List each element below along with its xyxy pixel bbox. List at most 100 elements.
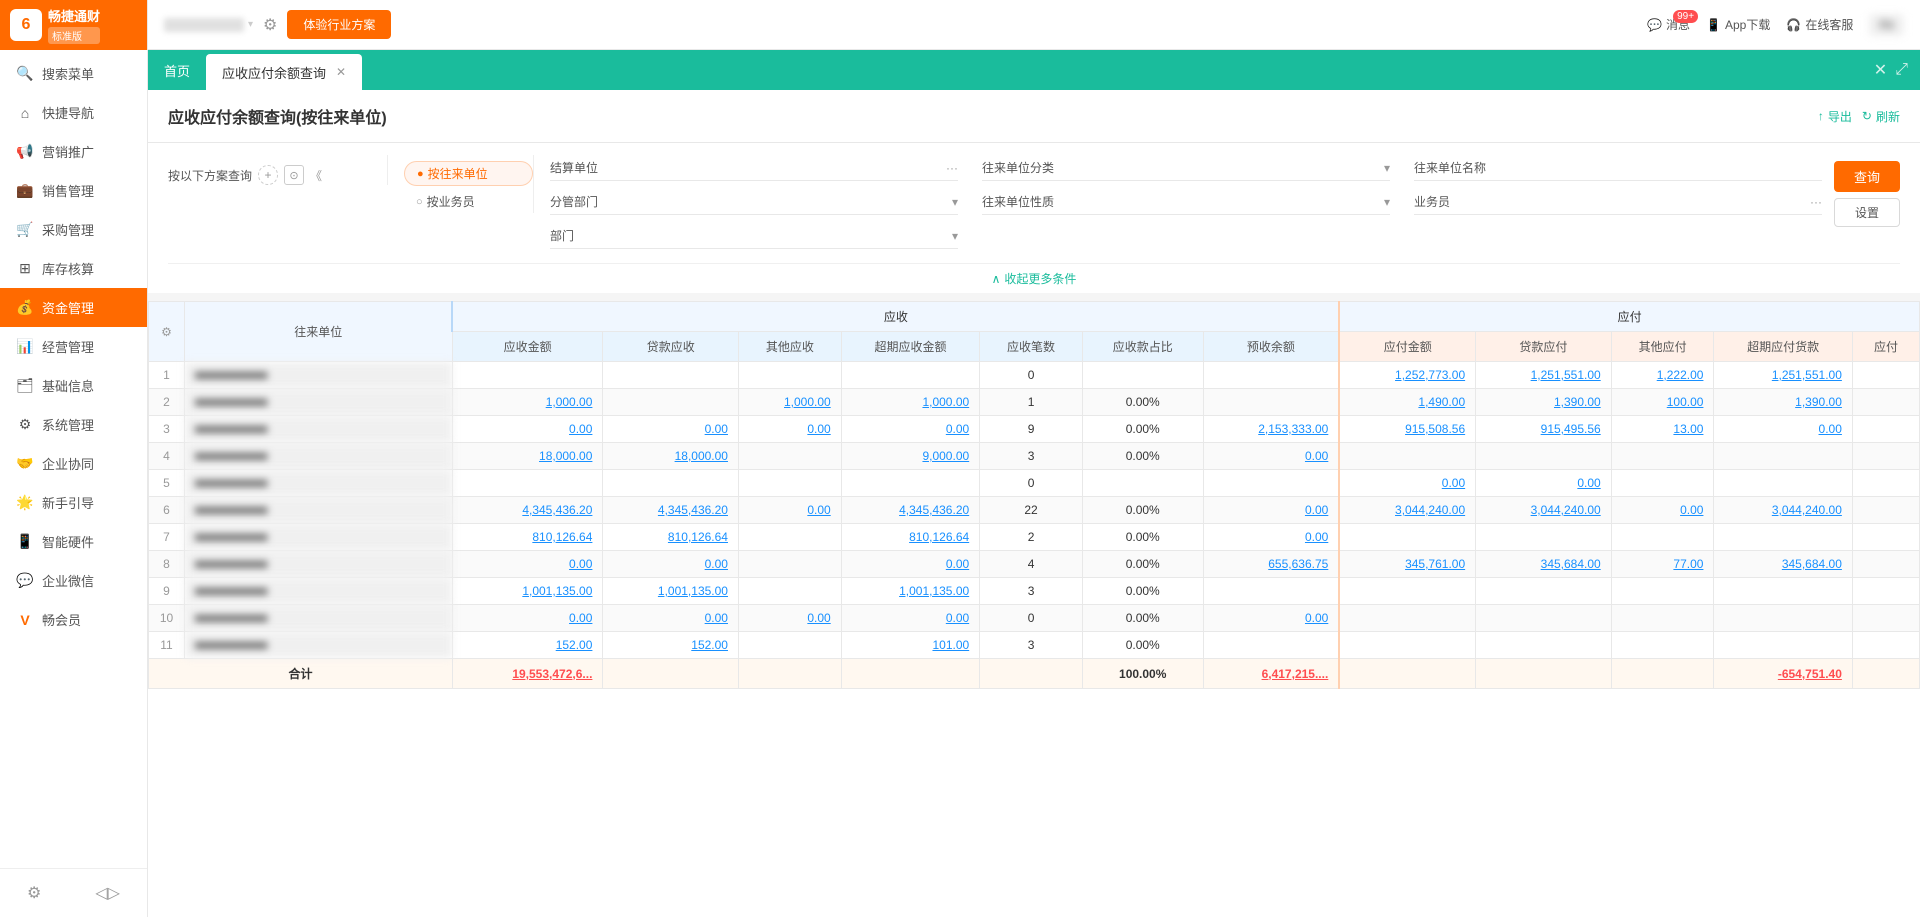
- table-cell-number[interactable]: 1,000.00: [841, 389, 979, 416]
- table-cell-number[interactable]: 1,390.00: [1714, 389, 1852, 416]
- table-cell-number[interactable]: 810,126.64: [841, 524, 979, 551]
- filter-scheme-settings-btn[interactable]: ⊙: [284, 165, 304, 185]
- table-cell-number[interactable]: 77.00: [1611, 551, 1714, 578]
- table-cell-number[interactable]: 345,761.00: [1339, 551, 1475, 578]
- filter-fenlei-select[interactable]: ▾: [1060, 161, 1390, 175]
- solution-button[interactable]: 体验行业方案: [287, 10, 391, 39]
- tab-close-window-icon[interactable]: ✕: [1874, 60, 1887, 80]
- table-cell-number[interactable]: 0.00: [738, 416, 841, 443]
- message-button[interactable]: 💬 消息 99+: [1647, 16, 1690, 33]
- table-cell-number[interactable]: 0.00: [603, 605, 739, 632]
- tab-home[interactable]: 首页: [148, 50, 206, 90]
- filter-mingcheng-input[interactable]: [1492, 161, 1822, 175]
- query-button[interactable]: 查询: [1834, 161, 1900, 192]
- sidebar-item-finance[interactable]: 💰资金管理: [0, 288, 147, 327]
- table-cell-number[interactable]: 4,345,436.20: [603, 497, 739, 524]
- table-cell-number[interactable]: 655,636.75: [1203, 551, 1339, 578]
- table-settings-icon[interactable]: ⚙: [161, 325, 172, 339]
- table-cell-number[interactable]: 0.00: [1714, 416, 1852, 443]
- filter-scheme-salesperson[interactable]: ○ 按业务员: [404, 190, 533, 213]
- table-cell-number[interactable]: 4,345,436.20: [452, 497, 602, 524]
- sidebar-item-operation[interactable]: 📊经营管理: [0, 327, 147, 366]
- table-cell-number[interactable]: 0.00: [452, 605, 602, 632]
- sidebar-item-system[interactable]: ⚙系统管理: [0, 405, 147, 444]
- sidebar-item-guide[interactable]: 🌟新手引导: [0, 483, 147, 522]
- sidebar-item-hardware[interactable]: 📱智能硬件: [0, 522, 147, 561]
- refresh-button[interactable]: ↻ 刷新: [1862, 108, 1900, 125]
- table-cell-number[interactable]: 1,001,135.00: [841, 578, 979, 605]
- tab-query[interactable]: 应收应付余额查询 ✕: [206, 54, 362, 90]
- table-cell-number[interactable]: 9,000.00: [841, 443, 979, 470]
- table-cell-number[interactable]: 18,000.00: [603, 443, 739, 470]
- table-cell-number[interactable]: 0.00: [1339, 470, 1475, 497]
- table-cell-number[interactable]: 345,684.00: [1714, 551, 1852, 578]
- filter-add-button[interactable]: +: [258, 165, 278, 185]
- table-cell-number[interactable]: 810,126.64: [603, 524, 739, 551]
- table-cell-number[interactable]: 1,001,135.00: [452, 578, 602, 605]
- filter-fenguan-select[interactable]: ▾: [626, 195, 958, 209]
- sidebar-collapse-btn[interactable]: ◁▷: [87, 879, 128, 907]
- settings-button[interactable]: 设置: [1834, 198, 1900, 227]
- sidebar-item-search[interactable]: 🔍搜索菜单: [0, 54, 147, 93]
- footer-recv-prepay[interactable]: 6,417,215....: [1203, 659, 1339, 689]
- sidebar-item-marketing[interactable]: 📢营销推广: [0, 132, 147, 171]
- table-cell-number[interactable]: 1,000.00: [452, 389, 602, 416]
- online-service-button[interactable]: 🎧 在线客服: [1786, 16, 1853, 33]
- table-cell-number[interactable]: 810,126.64: [452, 524, 602, 551]
- footer-pay-overdue[interactable]: -654,751.40: [1714, 659, 1852, 689]
- table-cell-number[interactable]: 152.00: [603, 632, 739, 659]
- table-cell-number[interactable]: 1,490.00: [1339, 389, 1475, 416]
- filter-xingzhi-select[interactable]: ▾: [1060, 195, 1390, 209]
- sidebar-settings-btn[interactable]: ⚙: [19, 879, 49, 907]
- table-cell-number[interactable]: 0.00: [738, 605, 841, 632]
- table-cell-number[interactable]: 13.00: [1611, 416, 1714, 443]
- table-cell-number[interactable]: 18,000.00: [452, 443, 602, 470]
- export-button[interactable]: ↑ 导出: [1818, 108, 1852, 125]
- table-cell-number[interactable]: 152.00: [452, 632, 602, 659]
- sidebar-item-sales[interactable]: 💼销售管理: [0, 171, 147, 210]
- table-cell-number[interactable]: 0.00: [1476, 470, 1612, 497]
- filter-xingzhi-chevron[interactable]: ▾: [1384, 195, 1390, 209]
- sidebar-item-wechat[interactable]: 💬企业微信: [0, 561, 147, 600]
- filter-yewuyuan-dots[interactable]: ···: [1810, 195, 1822, 209]
- table-cell-number[interactable]: 1,252,773.00: [1339, 362, 1475, 389]
- table-cell-number[interactable]: 0.00: [1203, 497, 1339, 524]
- sidebar-item-quicknav[interactable]: ⌂快捷导航: [0, 93, 147, 132]
- filter-jiesuan-dots[interactable]: ···: [946, 161, 958, 175]
- sidebar-item-member[interactable]: V畅会员: [0, 600, 147, 639]
- table-cell-number[interactable]: 4,345,436.20: [841, 497, 979, 524]
- sidebar-item-inventory[interactable]: ⊞库存核算: [0, 249, 147, 288]
- table-cell-number[interactable]: 1,390.00: [1476, 389, 1612, 416]
- filter-yewuyuan-select[interactable]: ···: [1490, 195, 1822, 209]
- table-cell-number[interactable]: 0.00: [738, 497, 841, 524]
- table-cell-number[interactable]: 3,044,240.00: [1476, 497, 1612, 524]
- user-menu[interactable]: Rit: [1869, 14, 1904, 36]
- table-cell-number[interactable]: 345,684.00: [1476, 551, 1612, 578]
- tab-maximize-icon[interactable]: ⤢: [1895, 61, 1908, 79]
- filter-collapse-btn[interactable]: 《: [310, 167, 322, 184]
- table-cell-number[interactable]: 0.00: [603, 551, 739, 578]
- filter-fenlei-chevron[interactable]: ▾: [1384, 161, 1390, 175]
- table-cell-number[interactable]: 100.00: [1611, 389, 1714, 416]
- table-cell-number[interactable]: 0.00: [1203, 524, 1339, 551]
- table-cell-number[interactable]: 2,153,333.00: [1203, 416, 1339, 443]
- app-download-button[interactable]: 📱 App下载: [1706, 16, 1770, 33]
- table-cell-number[interactable]: 1,251,551.00: [1476, 362, 1612, 389]
- table-cell-number[interactable]: 0.00: [841, 605, 979, 632]
- table-cell-number[interactable]: 0.00: [841, 416, 979, 443]
- table-cell-number[interactable]: 0.00: [841, 551, 979, 578]
- table-cell-number[interactable]: 101.00: [841, 632, 979, 659]
- filter-bumen-select[interactable]: ▾: [626, 229, 958, 243]
- tab-close-icon[interactable]: ✕: [336, 65, 346, 79]
- table-cell-number[interactable]: 0.00: [1203, 443, 1339, 470]
- filter-scheme-counterparty[interactable]: ● 按往来单位: [404, 161, 533, 186]
- header-settings-icon[interactable]: ⚙: [263, 15, 277, 35]
- filter-fenguan-chevron[interactable]: ▾: [952, 195, 958, 209]
- sidebar-item-coop[interactable]: 🤝企业协同: [0, 444, 147, 483]
- footer-recv-total[interactable]: 19,553,472,6...: [452, 659, 602, 689]
- filter-bumen-chevron[interactable]: ▾: [952, 229, 958, 243]
- table-cell-number[interactable]: 0.00: [603, 416, 739, 443]
- sidebar-item-basic[interactable]: 🗂基础信息: [0, 366, 147, 405]
- table-cell-number[interactable]: 915,508.56: [1339, 416, 1475, 443]
- table-cell-number[interactable]: 0.00: [452, 551, 602, 578]
